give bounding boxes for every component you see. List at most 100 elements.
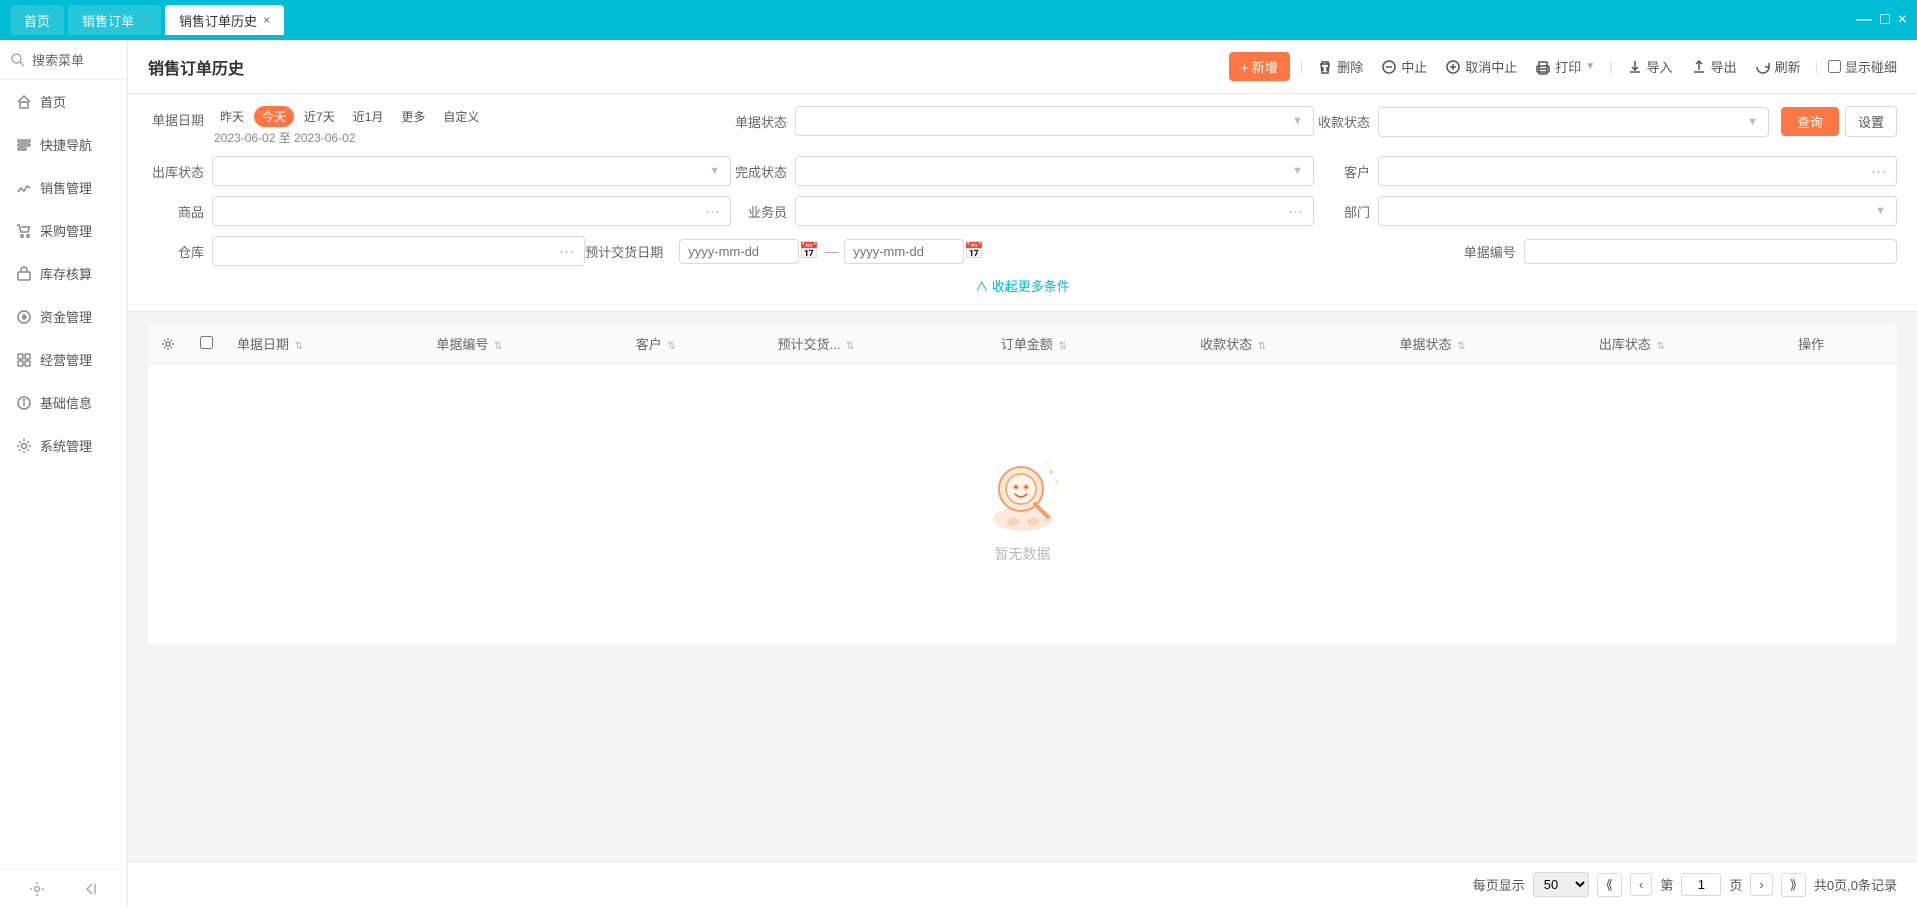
cal-from-icon[interactable]: 📅	[799, 241, 819, 261]
salesman-dots[interactable]: ···	[1288, 203, 1303, 220]
complete-status-select[interactable]: ▼	[795, 156, 1314, 186]
date-chip-7days[interactable]: 近7天	[296, 106, 343, 127]
th-order-status[interactable]: 单据状态 ⇅	[1387, 324, 1586, 364]
th-pay-status[interactable]: 收款状态 ⇅	[1188, 324, 1387, 364]
date-chip-1month[interactable]: 近1月	[345, 106, 392, 127]
filter-row-2: 出库状态 ▼ 完成状态 ▼ 客户	[148, 156, 1897, 186]
th-checkbox[interactable]	[188, 324, 225, 364]
th-order-no-sort[interactable]: ⇅	[494, 341, 502, 352]
show-cols-checkbox[interactable]	[1828, 60, 1841, 73]
sidebar-item-home[interactable]: 首页	[0, 80, 127, 123]
tab-sales-order-history-close[interactable]: ×	[263, 13, 270, 27]
sidebar-search[interactable]: 搜索菜单	[0, 40, 127, 80]
main-layout: 搜索菜单 首页 快捷导航 销售管理	[0, 40, 1917, 907]
th-amount-sort[interactable]: ⇅	[1058, 341, 1066, 352]
th-expected-date-label: 预计交货...	[777, 337, 840, 352]
tab-home[interactable]: 首页	[10, 5, 64, 35]
tab-home-label: 首页	[24, 11, 50, 30]
th-expected-date[interactable]: 预计交货... ⇅	[765, 324, 988, 364]
date-from-input[interactable]	[679, 239, 799, 264]
stop-button[interactable]: 中止	[1377, 57, 1431, 76]
tab-sales-order-close[interactable]: ×	[140, 13, 147, 27]
window-maximize-btn[interactable]: □	[1880, 11, 1890, 29]
th-date[interactable]: 单据日期 ⇅	[225, 324, 424, 364]
system-icon	[16, 438, 32, 454]
collapse-filter-row[interactable]: ∧ 收起更多条件	[148, 272, 1897, 299]
sidebar-item-inventory[interactable]: 库存核算	[0, 252, 127, 295]
import-label: 导入	[1647, 57, 1673, 76]
current-page-input[interactable]	[1681, 873, 1721, 896]
date-to-input[interactable]	[844, 239, 964, 264]
product-dots[interactable]: ···	[705, 203, 720, 220]
page-size-select[interactable]: 50 10 20 100	[1533, 872, 1589, 897]
th-customer[interactable]: 客户 ⇅	[624, 324, 766, 364]
customer-select[interactable]: ···	[1378, 156, 1897, 186]
tab-sales-order-history[interactable]: 销售订单历史 ×	[165, 5, 284, 35]
sidebar-item-system[interactable]: 系统管理	[0, 424, 127, 467]
order-no-label: 单据编号	[1460, 242, 1516, 261]
th-order-no-label: 单据编号	[436, 337, 488, 352]
date-chip-more[interactable]: 更多	[393, 106, 433, 127]
order-no-input[interactable]	[1524, 239, 1897, 264]
order-status-select[interactable]: ▼	[795, 106, 1314, 136]
prev-page-btn[interactable]: ‹	[1630, 873, 1652, 896]
sidebar-item-base-info[interactable]: 基础信息	[0, 381, 127, 424]
refresh-icon	[1755, 59, 1771, 75]
cancel-stop-button[interactable]: 取消中止	[1441, 57, 1521, 76]
print-button[interactable]: 打印 ▼	[1531, 57, 1599, 76]
collapse-sidebar-icon[interactable]	[82, 881, 98, 897]
th-out-status-sort[interactable]: ⇅	[1656, 341, 1664, 352]
table-settings-icon[interactable]	[160, 336, 176, 352]
show-cols-toggle[interactable]: 显示碰细	[1828, 57, 1897, 76]
select-all-checkbox[interactable]	[200, 336, 213, 349]
window-close-btn[interactable]: ×	[1898, 11, 1907, 29]
th-customer-sort[interactable]: ⇅	[667, 341, 675, 352]
sidebar-item-purchase-label: 采购管理	[40, 221, 92, 240]
dept-select[interactable]: ▼	[1378, 196, 1897, 226]
th-order-status-sort[interactable]: ⇅	[1457, 341, 1465, 352]
th-expected-date-sort[interactable]: ⇅	[846, 341, 854, 352]
settings-filter-button[interactable]: 设置	[1845, 106, 1897, 137]
sidebar-item-purchase[interactable]: 采购管理	[0, 209, 127, 252]
add-button[interactable]: + 新增	[1229, 52, 1290, 81]
sidebar-item-base-info-label: 基础信息	[40, 393, 92, 412]
customer-dots[interactable]: ···	[1871, 163, 1886, 180]
th-out-status[interactable]: 出库状态 ⇅	[1587, 324, 1786, 364]
out-status-select[interactable]: ▼	[212, 156, 731, 186]
sidebar-item-operations[interactable]: 经营管理	[0, 338, 127, 381]
window-minimize-btn[interactable]: —	[1856, 11, 1872, 29]
delete-button[interactable]: 删除	[1313, 57, 1367, 76]
date-chip-custom[interactable]: 自定义	[435, 106, 487, 127]
pay-status-select[interactable]: ▼	[1378, 107, 1769, 137]
th-order-no[interactable]: 单据编号 ⇅	[424, 324, 623, 364]
date-range-display: 2023-06-02 至 2023-06-02	[212, 129, 487, 146]
th-pay-status-sort[interactable]: ⇅	[1258, 341, 1266, 352]
product-select[interactable]: ···	[212, 196, 731, 226]
date-chip-today[interactable]: 今天	[254, 106, 294, 127]
query-button[interactable]: 查询	[1781, 107, 1839, 136]
dept-label: 部门	[1314, 202, 1370, 221]
last-page-btn[interactable]: ⟫	[1781, 873, 1806, 897]
table-header: 单据日期 ⇅ 单据编号 ⇅ 客户 ⇅ 预计交货...	[148, 324, 1897, 364]
th-settings[interactable]	[148, 324, 188, 364]
date-chip-yesterday[interactable]: 昨天	[212, 106, 252, 127]
next-page-btn[interactable]: ›	[1750, 873, 1772, 896]
import-button[interactable]: 导入	[1623, 57, 1677, 76]
export-button[interactable]: 导出	[1687, 57, 1741, 76]
sidebar-item-sales[interactable]: 销售管理	[0, 166, 127, 209]
warehouse-select[interactable]: ···	[212, 236, 585, 266]
sidebar-item-quick-nav[interactable]: 快捷导航	[0, 123, 127, 166]
warehouse-dots[interactable]: ···	[559, 243, 574, 260]
pay-status-label: 收款状态	[1314, 112, 1370, 131]
tab-sales-order[interactable]: 销售订单 ×	[68, 5, 161, 35]
th-action: 操作	[1786, 324, 1897, 364]
refresh-button[interactable]: 刷新	[1751, 57, 1805, 76]
first-page-btn[interactable]: ⟪	[1597, 873, 1622, 897]
settings-icon[interactable]	[29, 881, 45, 897]
th-date-sort[interactable]: ⇅	[295, 341, 303, 352]
sidebar-item-finance[interactable]: 资金管理	[0, 295, 127, 338]
export-label: 导出	[1711, 57, 1737, 76]
th-amount[interactable]: 订单金额 ⇅	[989, 324, 1188, 364]
salesman-select[interactable]: ···	[795, 196, 1314, 226]
cal-to-icon[interactable]: 📅	[964, 241, 984, 261]
